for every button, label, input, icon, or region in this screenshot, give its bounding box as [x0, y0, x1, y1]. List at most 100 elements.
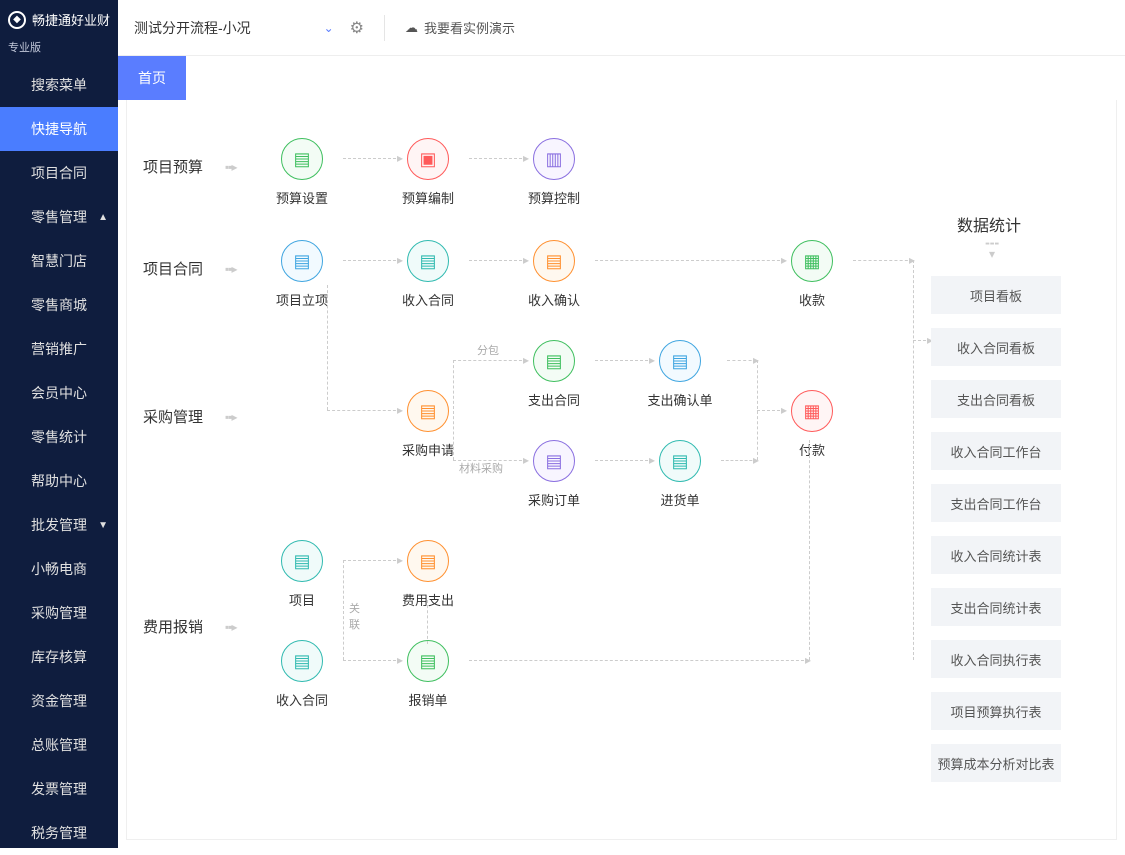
- connector: [913, 340, 931, 341]
- sidebar-item-5[interactable]: 营销推广: [0, 327, 118, 371]
- chevron-down-icon: ⌄: [324, 21, 334, 35]
- sidebar-item-10[interactable]: 小畅电商: [0, 547, 118, 591]
- stats-button-6[interactable]: 支出合同统计表: [931, 588, 1061, 626]
- sidebar-item-3[interactable]: 智慧门店: [0, 239, 118, 283]
- main-canvas: 项目预算 ▪▪▸ ▤预算设置 ▣预算编制 ▥预算控制 项目合同 ▪▪▸ ▤项目立…: [126, 100, 1117, 840]
- menu-search[interactable]: 搜索菜单: [0, 63, 118, 107]
- node-goods-receipt[interactable]: ▤进货单: [645, 440, 715, 509]
- sidebar-item-2[interactable]: 零售管理▲: [0, 195, 118, 239]
- doc-icon: ▤: [281, 240, 323, 282]
- doc-icon: ▤: [281, 640, 323, 682]
- node-income-contract[interactable]: ▤收入合同: [393, 240, 463, 309]
- connector: [727, 360, 757, 361]
- tab-bar: 首页: [118, 56, 1125, 100]
- sidebar-item-8[interactable]: 帮助中心: [0, 459, 118, 503]
- node-expense-out[interactable]: ▤费用支出: [393, 540, 463, 609]
- divider: [384, 15, 385, 41]
- stats-button-8[interactable]: 项目预算执行表: [931, 692, 1061, 730]
- sidebar-item-13[interactable]: 资金管理: [0, 679, 118, 723]
- node-income-contract-2[interactable]: ▤收入合同: [267, 640, 337, 709]
- tab-home[interactable]: 首页: [118, 56, 186, 100]
- org-name: 测试分开流程-小况: [134, 18, 251, 38]
- node-income-confirm[interactable]: ▤收入确认: [519, 240, 589, 309]
- image-icon: ▣: [407, 138, 449, 180]
- connector: [913, 260, 914, 660]
- arrow-icon: ▪▪▸: [225, 620, 237, 634]
- connector: [327, 410, 401, 411]
- doc-icon: ▤: [407, 640, 449, 682]
- node-budget-setting[interactable]: ▤预算设置: [267, 138, 337, 207]
- row-expense-title: 费用报销: [143, 616, 203, 637]
- connector: [453, 460, 527, 461]
- sidebar: ◆ 畅捷通好业财 专业版 搜索菜单 快捷导航项目合同零售管理▲智慧门店零售商城营…: [0, 0, 118, 848]
- node-budget-control[interactable]: ▥预算控制: [519, 138, 589, 207]
- connector: [721, 460, 757, 461]
- sidebar-item-14[interactable]: 总账管理: [0, 723, 118, 767]
- sidebar-item-1[interactable]: 项目合同: [0, 151, 118, 195]
- doc-icon: ▤: [533, 340, 575, 382]
- demo-link[interactable]: ☁ 我要看实例演示: [405, 18, 515, 37]
- arrow-icon: ▪▪▸: [225, 160, 237, 174]
- connector: [853, 260, 913, 261]
- sidebar-item-9[interactable]: 批发管理▼: [0, 503, 118, 547]
- row-purchase-title: 采购管理: [143, 406, 203, 427]
- stats-button-7[interactable]: 收入合同执行表: [931, 640, 1061, 678]
- cloud-icon: ☁: [405, 20, 418, 36]
- stats-button-0[interactable]: 项目看板: [931, 276, 1061, 314]
- sidebar-item-4[interactable]: 零售商城: [0, 283, 118, 327]
- connector: [427, 600, 428, 644]
- brand-logo: ◆ 畅捷通好业财: [0, 0, 118, 39]
- stats-title: 数据统计: [957, 212, 1021, 236]
- stats-button-3[interactable]: 收入合同工作台: [931, 432, 1061, 470]
- row-budget-title: 项目预算: [143, 156, 203, 177]
- doc-icon: ▤: [407, 240, 449, 282]
- node-reimburse[interactable]: ▤报销单: [393, 640, 463, 709]
- doc-icon: ▤: [659, 440, 701, 482]
- node-project[interactable]: ▤项目: [267, 540, 337, 609]
- demo-label: 我要看实例演示: [424, 18, 515, 37]
- stats-button-9[interactable]: 预算成本分析对比表: [931, 744, 1061, 782]
- node-payment[interactable]: ▦付款: [777, 390, 847, 459]
- label-material: 材料采购: [459, 460, 503, 476]
- doc-icon: ▤: [533, 440, 575, 482]
- gear-icon[interactable]: ⚙: [350, 18, 364, 38]
- sidebar-item-7[interactable]: 零售统计: [0, 415, 118, 459]
- stats-button-1[interactable]: 收入合同看板: [931, 328, 1061, 366]
- org-selector[interactable]: 测试分开流程-小况 ⌄ ⚙: [134, 18, 364, 38]
- connector: [327, 285, 328, 410]
- connector: [343, 560, 344, 660]
- sidebar-item-12[interactable]: 库存核算: [0, 635, 118, 679]
- logo-icon: ◆: [8, 11, 26, 29]
- sidebar-item-0[interactable]: 快捷导航: [0, 107, 118, 151]
- sidebar-item-11[interactable]: 采购管理: [0, 591, 118, 635]
- doc-icon: ▤: [533, 240, 575, 282]
- brand-name: 畅捷通好业财: [32, 10, 110, 29]
- connector: [453, 360, 454, 460]
- doc-icon: ▤: [659, 340, 701, 382]
- money-icon: ▦: [791, 240, 833, 282]
- label-sub: 分包: [477, 342, 499, 358]
- caret-icon: ▲: [98, 212, 108, 223]
- node-purchase-order[interactable]: ▤采购订单: [519, 440, 589, 509]
- stats-button-5[interactable]: 收入合同统计表: [931, 536, 1061, 574]
- topbar: 测试分开流程-小况 ⌄ ⚙ ☁ 我要看实例演示: [118, 0, 1125, 56]
- node-expense-confirm[interactable]: ▤支出确认单: [645, 340, 715, 409]
- arrow-icon: ▪▪▸: [225, 262, 237, 276]
- node-receipt[interactable]: ▦收款: [777, 240, 847, 309]
- money-icon: ▦: [791, 390, 833, 432]
- caret-icon: ▼: [98, 520, 108, 531]
- doc-icon: ▤: [407, 540, 449, 582]
- sidebar-item-16[interactable]: 税务管理: [0, 811, 118, 855]
- brand-edition: 专业版: [0, 39, 118, 63]
- doc-icon: ▤: [407, 390, 449, 432]
- label-relation: 关 联: [349, 600, 360, 632]
- node-expense-contract[interactable]: ▤支出合同: [519, 340, 589, 409]
- stats-button-2[interactable]: 支出合同看板: [931, 380, 1061, 418]
- sidebar-item-6[interactable]: 会员中心: [0, 371, 118, 415]
- sidebar-item-15[interactable]: 发票管理: [0, 767, 118, 811]
- arrow-icon: ▪▪▸: [225, 410, 237, 424]
- node-budget-create[interactable]: ▣预算编制: [393, 138, 463, 207]
- row-contract-title: 项目合同: [143, 258, 203, 279]
- stats-button-4[interactable]: 支出合同工作台: [931, 484, 1061, 522]
- connector: [595, 260, 785, 261]
